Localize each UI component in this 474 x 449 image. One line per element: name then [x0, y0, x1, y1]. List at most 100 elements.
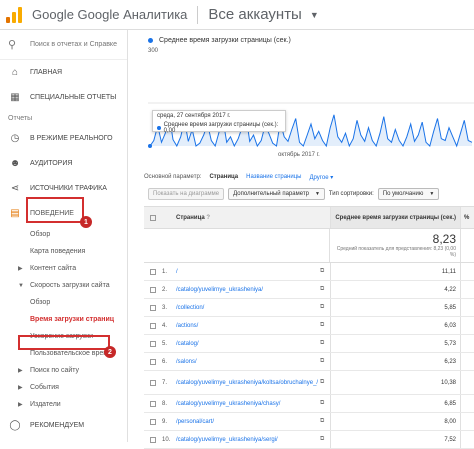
analytics-logo-icon[interactable] — [4, 5, 24, 25]
metric-value: 5,73 — [330, 335, 460, 352]
row-checkbox[interactable] — [150, 418, 156, 425]
app-title: Google Google Аналитика — [32, 7, 188, 22]
sidebar-subitem-label: Скорость загрузки сайта — [30, 282, 110, 289]
expand-arrow-icon: ▶ — [18, 402, 23, 408]
account-selector[interactable]: Все аккаунты — [208, 6, 301, 23]
expand-arrow-icon: ▶ — [18, 385, 23, 391]
chevron-down-icon[interactable]: ▼ — [310, 10, 319, 20]
data-table: Страница ? Среднее время загрузки страни… — [144, 206, 474, 449]
page-link[interactable]: /salons/ — [176, 358, 320, 366]
row-number: 7. — [162, 379, 168, 386]
tooltip-date: среда, 27 сентября 2017 г. — [157, 113, 231, 119]
row-checkbox[interactable] — [150, 268, 156, 275]
row-checkbox[interactable] — [150, 340, 156, 347]
tab-page-title[interactable]: Название страницы — [246, 174, 301, 181]
table-row: 5. /catalog/⧉ 5,73 — [144, 335, 474, 353]
sidebar-subitem-site-content[interactable]: ▶ Контент сайта — [0, 260, 127, 277]
external-link-icon[interactable]: ⧉ — [320, 268, 330, 275]
row-checkbox[interactable] — [150, 400, 156, 407]
external-link-icon[interactable]: ⧉ — [320, 400, 330, 407]
chevron-down-icon: ▼ — [314, 191, 320, 197]
secondary-dimension-dropdown[interactable]: Дополнительный параметр ▼ — [228, 188, 325, 200]
table-row: 6. /salons/⧉ 6,23 — [144, 353, 474, 371]
plot-rows-button[interactable]: Показать на диаграмме — [148, 188, 225, 200]
row-number: 9. — [162, 418, 168, 425]
table-row: 2. /catalog/yuvelirnye_ukrasheniya/⧉ 4,22 — [144, 281, 474, 299]
metric-value: 11,11 — [330, 263, 460, 280]
sidebar-search: ⚲ — [0, 30, 127, 60]
tab-other[interactable]: Другое ▾ — [309, 174, 333, 181]
share-icon: ⋖ — [10, 183, 20, 194]
page-link[interactable]: /collection/ — [176, 304, 320, 312]
sort-type-dropdown[interactable]: По умолчанию ▼ — [377, 188, 440, 200]
sort-type-value: По умолчанию — [382, 191, 424, 197]
tooltip-value: Среднее время загрузки страницы (сек.): … — [163, 122, 279, 134]
sidebar-subitem-site-search[interactable]: ▶ Поиск по сайту — [0, 362, 127, 379]
metric-value: 7,52 — [330, 431, 460, 448]
top-bar: Google Google Аналитика Все аккаунты ▼ — [0, 0, 474, 30]
expand-arrow-icon: ▶ — [18, 368, 23, 374]
secondary-dimension-label: Дополнительный параметр — [233, 191, 309, 197]
hover-point[interactable] — [148, 144, 152, 148]
sidebar-subitem-label: Контент сайта — [30, 265, 77, 272]
page-link[interactable]: /actions/ — [176, 322, 320, 330]
sidebar-subitem-publishers[interactable]: ▶ Издатели — [0, 396, 127, 413]
external-link-icon[interactable]: ⧉ — [320, 379, 330, 386]
page-link[interactable]: /catalog/yuvelirnye_ukrasheniya/koltsa/o… — [176, 379, 320, 387]
external-link-icon[interactable]: ⧉ — [320, 304, 330, 311]
external-link-icon[interactable]: ⧉ — [320, 418, 330, 425]
sidebar-item-home[interactable]: ⌂ ГЛАВНАЯ — [0, 60, 127, 85]
line-chart[interactable] — [148, 58, 474, 158]
sidebar-item-custom-reports[interactable]: ▦ СПЕЦИАЛЬНЫЕ ОТЧЕТЫ — [0, 85, 127, 110]
page-link[interactable]: /catalog/yuvelirnye_ukrasheniya/sergi/ — [176, 436, 320, 444]
row-number: 3. — [162, 304, 168, 311]
sidebar-subitem-site-speed[interactable]: ▼ Скорость загрузки сайта — [0, 277, 127, 294]
column-header-extra[interactable]: % — [460, 207, 474, 228]
external-link-icon[interactable]: ⧉ — [320, 358, 330, 365]
primary-dimension-tabs: Основной параметр: Страница Название стр… — [144, 174, 333, 181]
sidebar-subitem-speed-overview[interactable]: Обзор — [0, 294, 127, 311]
external-link-icon[interactable]: ⧉ — [320, 322, 330, 329]
page-link[interactable]: /catalog/ — [176, 340, 320, 348]
sidebar-item-recommended[interactable]: ◯ РЕКОМЕНДУЕМ — [0, 413, 127, 438]
sidebar-subitem-behavior-flow[interactable]: Карта поведения — [0, 243, 127, 260]
row-checkbox[interactable] — [150, 304, 156, 311]
sidebar-item-label: В РЕЖИМЕ РЕАЛЬНОГО — [30, 135, 113, 142]
metric-value: 6,23 — [330, 353, 460, 370]
column-header-metric[interactable]: Среднее время загрузки страницы (сек.) — [330, 207, 460, 228]
select-all-checkbox[interactable] — [150, 214, 156, 221]
row-number: 2. — [162, 286, 168, 293]
sidebar-item-audience[interactable]: ☻ АУДИТОРИЯ — [0, 151, 127, 176]
row-checkbox[interactable] — [150, 358, 156, 365]
chart-legend[interactable]: Среднее время загрузки страницы (сек.) — [148, 37, 291, 44]
external-link-icon[interactable]: ⧉ — [320, 286, 330, 293]
page-link[interactable]: /catalog/yuvelirnye_ukrasheniya/chasy/ — [176, 400, 320, 408]
series-dot-icon — [148, 38, 153, 43]
clock-icon: ◷ — [10, 133, 20, 144]
tab-page[interactable]: Страница — [209, 174, 238, 181]
sidebar-subitem-page-timings[interactable]: Время загрузки страниц — [0, 311, 127, 328]
help-icon[interactable]: ? — [206, 215, 210, 221]
header-divider — [197, 5, 199, 24]
column-header-page[interactable]: Страница ? — [176, 214, 320, 222]
reports-section-label: Отчеты — [8, 114, 33, 122]
metric-value: 6,03 — [330, 317, 460, 334]
page-link[interactable]: /catalog/yuvelirnye_ukrasheniya/ — [176, 286, 320, 294]
search-input[interactable] — [30, 41, 126, 48]
page-link[interactable]: /personal/cart/ — [176, 418, 320, 426]
row-checkbox[interactable] — [150, 379, 156, 386]
external-link-icon[interactable]: ⧉ — [320, 340, 330, 347]
row-number: 6. — [162, 358, 168, 365]
row-checkbox[interactable] — [150, 322, 156, 329]
row-checkbox[interactable] — [150, 286, 156, 293]
page-link[interactable]: / — [176, 268, 320, 276]
sidebar-item-realtime[interactable]: ◷ В РЕЖИМЕ РЕАЛЬНОГО — [0, 126, 127, 151]
sidebar-item-label: СПЕЦИАЛЬНЫЕ ОТЧЕТЫ — [30, 94, 117, 101]
main-content: Среднее время загрузки страницы (сек.) 3… — [134, 30, 474, 449]
sidebar-subitem-overview[interactable]: Обзор — [0, 226, 127, 243]
sidebar-subitem-label: События — [30, 384, 59, 391]
table-row: 7. /catalog/yuvelirnye_ukrasheniya/koltsa… — [144, 371, 474, 395]
grid-icon: ▦ — [10, 92, 20, 103]
sort-type-label: Тип сортировки: — [328, 191, 374, 197]
sidebar-subitem-events[interactable]: ▶ События — [0, 379, 127, 396]
